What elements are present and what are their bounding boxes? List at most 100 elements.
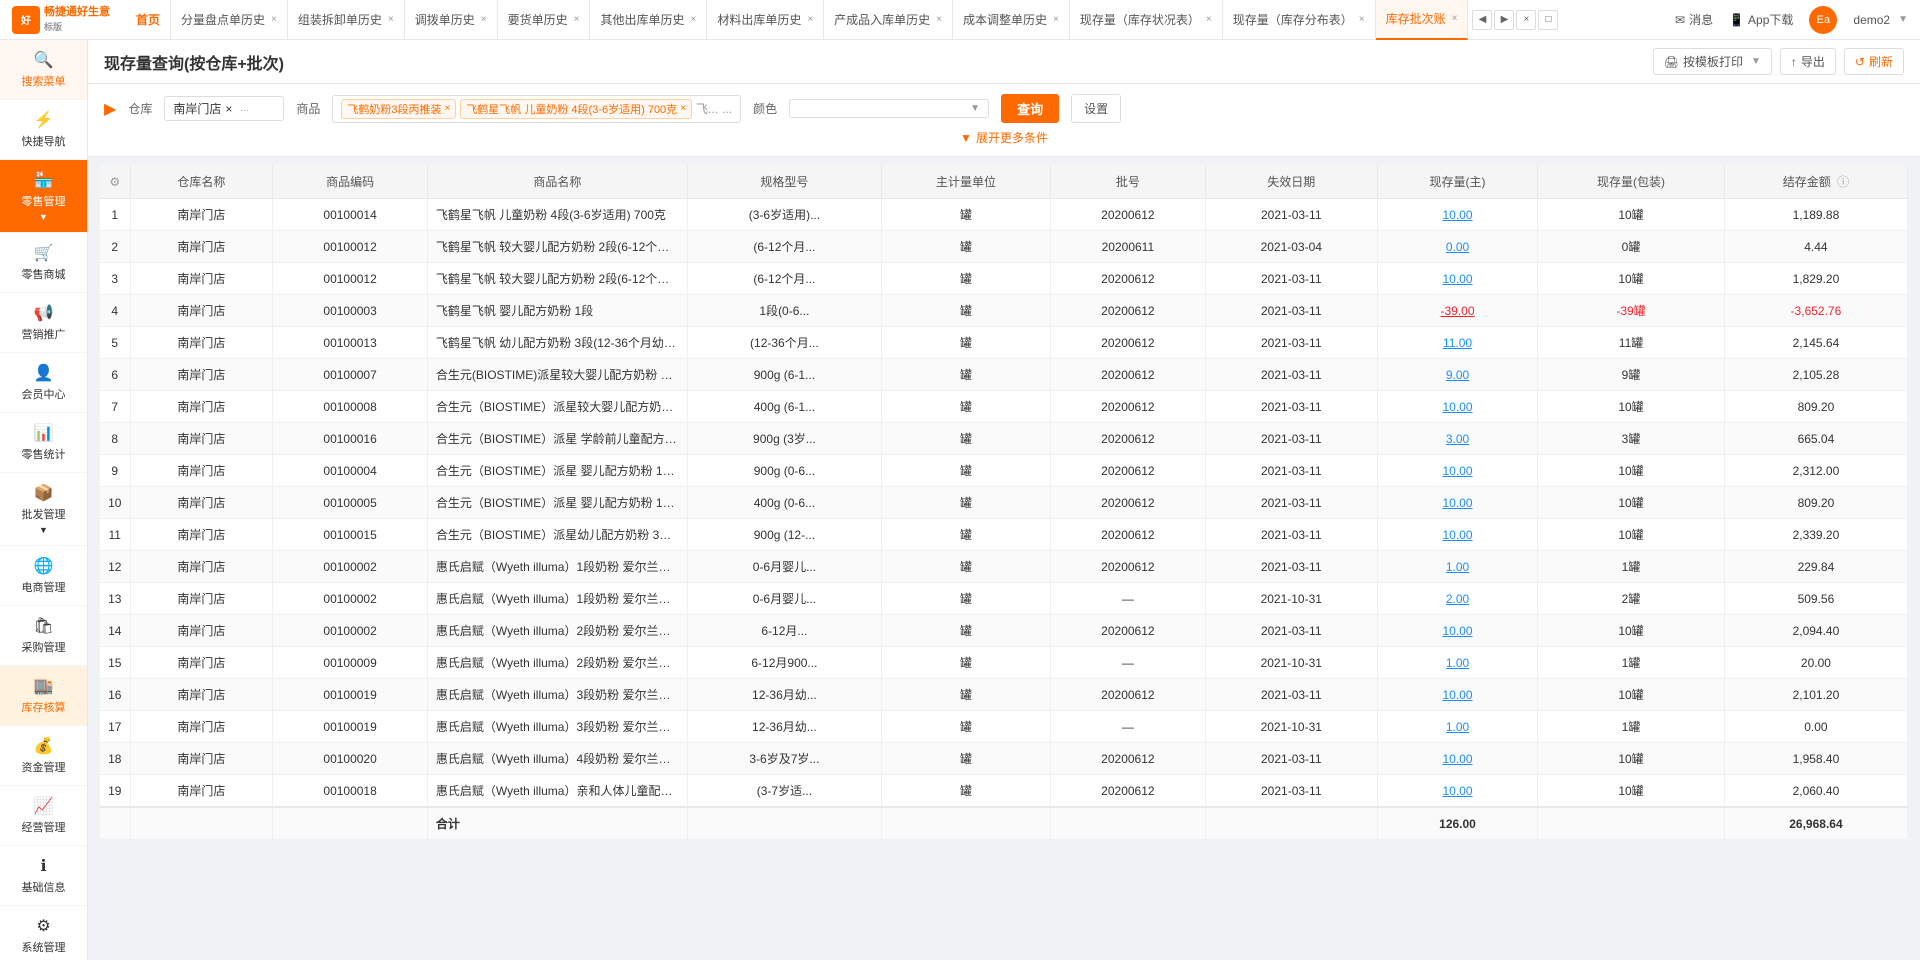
sidebar-item-inventory[interactable]: 🏬 库存核算 xyxy=(0,666,87,726)
sidebar-search[interactable]: 🔍 搜索菜单 xyxy=(0,40,87,100)
warehouse-select[interactable]: 南岸门店 × ... xyxy=(164,96,284,121)
tab-home[interactable]: 首页 xyxy=(126,0,171,40)
tab-3[interactable]: 调拨单历史 × xyxy=(405,0,498,40)
sidebar-item-mall[interactable]: 🛒 零售商城 xyxy=(0,233,87,293)
gear-icon[interactable]: ⚙ xyxy=(109,175,120,189)
sidebar-item-wholesale[interactable]: 📦 批发管理 ▼ xyxy=(0,473,87,546)
cell-balance: 809.20 xyxy=(1724,391,1907,423)
warehouse-clear[interactable]: × xyxy=(225,102,232,116)
app-download-btn[interactable]: 📱 App下载 xyxy=(1729,11,1793,28)
tab-close-all[interactable]: × xyxy=(1516,10,1536,30)
cell-expire: 2021-03-11 xyxy=(1205,775,1377,808)
col-code: 商品编码 xyxy=(273,165,428,199)
cell-expire: 2021-10-31 xyxy=(1205,647,1377,679)
cell-qty-main[interactable]: 1.00 xyxy=(1377,711,1537,743)
retail-arrow: ▼ xyxy=(39,212,48,222)
tab-11[interactable]: 库存批次账 × xyxy=(1376,0,1469,40)
tab-9[interactable]: 现存量（库存状况表） × xyxy=(1070,0,1223,40)
col-batch: 批号 xyxy=(1051,165,1206,199)
message-btn[interactable]: ✉ 消息 xyxy=(1675,11,1713,28)
tab-2[interactable]: 组装拆卸单历史 × xyxy=(288,0,405,40)
cell-qty-main[interactable]: 1.00 xyxy=(1377,647,1537,679)
expand-more-button[interactable]: ▼ 展开更多条件 xyxy=(960,129,1048,146)
tab-5[interactable]: 其他出库单历史 × xyxy=(590,0,707,40)
sidebar: 🔍 搜索菜单 ⚡ 快捷导航 🏪 零售管理 ▼ 🛒 零售商城 📢 营销推广 👤 会… xyxy=(0,40,88,960)
sidebar-item-basic[interactable]: ℹ 基础信息 xyxy=(0,846,87,906)
cell-qty-main[interactable]: 10.00 xyxy=(1377,391,1537,423)
cell-qty-main[interactable]: 0.00 xyxy=(1377,231,1537,263)
table-row: 11南岸门店00100015合生元（BIOSTIME）派星幼儿配方奶粉 3段 乳… xyxy=(100,519,1908,551)
settings-button[interactable]: 设置 xyxy=(1071,94,1121,123)
tab-7[interactable]: 产成品入库单历史 × xyxy=(824,0,953,40)
cell-qty-main[interactable]: 2.00 xyxy=(1377,583,1537,615)
product-more-dots[interactable]: 飞... xyxy=(696,100,718,117)
cell-qty-main[interactable]: 10.00 xyxy=(1377,615,1537,647)
sidebar-item-finance[interactable]: 💰 资金管理 xyxy=(0,726,87,786)
tab-8[interactable]: 成本调整单历史 × xyxy=(953,0,1070,40)
cell-warehouse: 南岸门店 xyxy=(130,711,273,743)
cell-spec: 12-36月幼... xyxy=(687,711,881,743)
sidebar-item-member[interactable]: 👤 会员中心 xyxy=(0,353,87,413)
cell-qty-main[interactable]: 10.00 xyxy=(1377,199,1537,231)
cell-qty-main[interactable]: 3.00 xyxy=(1377,423,1537,455)
stats-icon: 📊 xyxy=(34,423,54,443)
cell-spec: 900g (6-1... xyxy=(687,359,881,391)
sidebar-item-ecommerce[interactable]: 🌐 电商管理 xyxy=(0,546,87,606)
export-button[interactable]: ↑ 导出 xyxy=(1780,48,1836,75)
color-dropdown[interactable]: ▼ xyxy=(970,103,980,114)
product-tag-1[interactable]: 飞鹤星飞帆 儿童奶粉 4段(3-6岁适用) 700克 × xyxy=(460,99,692,119)
tab-1[interactable]: 分量盘点单历史 × xyxy=(171,0,288,40)
product-tag-0[interactable]: 飞鹤奶粉3段丙推装 × xyxy=(341,99,456,119)
cell-spec: 900g (12-... xyxy=(687,519,881,551)
cell-batch: 20200612 xyxy=(1051,423,1206,455)
balance-info-icon[interactable]: ⓘ xyxy=(1837,175,1849,189)
sidebar-item-system[interactable]: ⚙ 系统管理 xyxy=(0,906,87,960)
cell-name: 合生元（BIOSTIME）派星 婴儿配方奶粉 1段 乳铁蛋白的... xyxy=(427,455,687,487)
cell-qty-main[interactable]: 10.00 xyxy=(1377,743,1537,775)
product-tag-container[interactable]: 飞鹤奶粉3段丙推装 × 飞鹤星飞帆 儿童奶粉 4段(3-6岁适用) 700克 ×… xyxy=(332,95,741,123)
sidebar-quick-nav[interactable]: ⚡ 快捷导航 xyxy=(0,100,87,160)
tab-10[interactable]: 现存量（库存分布表） × xyxy=(1223,0,1376,40)
user-avatar[interactable]: Ea xyxy=(1809,6,1837,34)
cell-batch: 20200612 xyxy=(1051,487,1206,519)
phone-icon: 📱 xyxy=(1729,13,1744,27)
cell-qty-main[interactable]: 10.00 xyxy=(1377,775,1537,808)
product-tag-0-close[interactable]: × xyxy=(444,103,450,114)
sidebar-item-retail-stats[interactable]: 📊 零售统计 xyxy=(0,413,87,473)
cell-qty-main[interactable]: 10.00 xyxy=(1377,679,1537,711)
cell-qty-main[interactable]: 10.00 xyxy=(1377,487,1537,519)
tab-next[interactable]: ▶ xyxy=(1494,10,1514,30)
refresh-button[interactable]: ↺ 刷新 xyxy=(1844,48,1904,75)
sidebar-item-operations[interactable]: 📈 经营管理 xyxy=(0,786,87,846)
cell-qty-main[interactable]: 11.00 xyxy=(1377,327,1537,359)
product-tag-1-close[interactable]: × xyxy=(680,103,686,114)
cell-name: 飞鹤星飞帆 儿童奶粉 4段(3-6岁适用) 700克 xyxy=(427,199,687,231)
tab-4[interactable]: 要货单历史 × xyxy=(498,0,591,40)
cell-warehouse: 南岸门店 xyxy=(130,679,273,711)
sidebar-item-retail[interactable]: 🏪 零售管理 ▼ xyxy=(0,160,87,233)
cell-qty-main[interactable]: 10.00 xyxy=(1377,519,1537,551)
sidebar-item-purchase[interactable]: 🛍 采购管理 xyxy=(0,606,87,666)
user-name[interactable]: demo2 ▼ xyxy=(1853,13,1908,27)
tab-6[interactable]: 材料出库单历史 × xyxy=(707,0,824,40)
filter-expand-arrow[interactable]: ▶ xyxy=(104,99,116,119)
cell-qty-main[interactable]: 1.00 xyxy=(1377,551,1537,583)
cell-qty-main[interactable]: 10.00 xyxy=(1377,455,1537,487)
search-button[interactable]: 查询 xyxy=(1001,94,1059,123)
product-more-dots2[interactable]: ... xyxy=(722,102,732,116)
cell-expire: 2021-03-11 xyxy=(1205,263,1377,295)
tab-menu[interactable]: □ xyxy=(1538,10,1558,30)
tab-prev[interactable]: ◀ xyxy=(1472,10,1492,30)
cell-spec: 400g (6-1... xyxy=(687,391,881,423)
page-title: 现存量查询(按仓库+批次) xyxy=(104,50,284,74)
cell-qty-main[interactable]: -39.00 xyxy=(1377,295,1537,327)
template-print-button[interactable]: 🖨 按模板打印 ▼ xyxy=(1653,48,1772,75)
cell-name: 惠氏启赋（Wyeth illuma）3段奶粉 爱尔兰进口 12-36月... xyxy=(427,679,687,711)
color-filter[interactable]: ▼ xyxy=(789,99,989,118)
sidebar-item-marketing[interactable]: 📢 营销推广 xyxy=(0,293,87,353)
cell-code: 00100005 xyxy=(273,487,428,519)
cell-unit: 罐 xyxy=(881,519,1050,551)
cell-qty-main[interactable]: 9.00 xyxy=(1377,359,1537,391)
cell-qty-main[interactable]: 10.00 xyxy=(1377,263,1537,295)
footer-label: 合计 xyxy=(427,807,687,840)
